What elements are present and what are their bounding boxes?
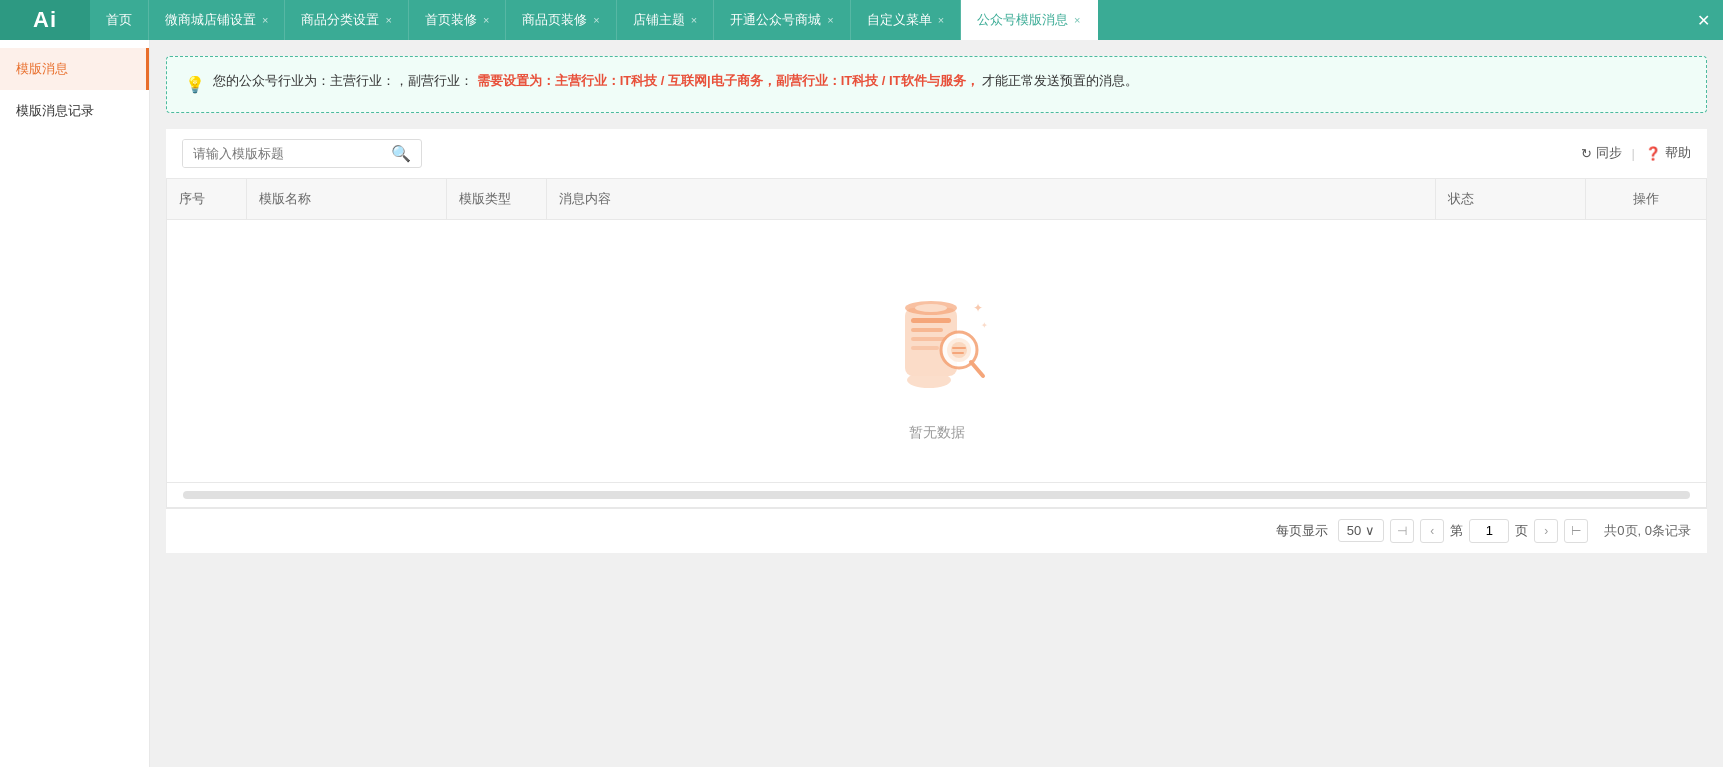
- sync-icon: ↻: [1581, 146, 1592, 161]
- close-tab-product-decor[interactable]: ×: [593, 14, 599, 26]
- chevron-down-icon: ∨: [1365, 523, 1375, 538]
- total-text: 共0页, 0条记录: [1604, 522, 1691, 540]
- page-label-prefix: 第: [1450, 522, 1463, 540]
- toolbar-right: ↻ 同步 | ❓ 帮助: [1581, 144, 1691, 162]
- top-nav: Ai 首页微商城店铺设置×商品分类设置×首页装修×商品页装修×店铺主题×开通公众…: [0, 0, 1723, 40]
- last-page-button[interactable]: ⊢: [1564, 519, 1588, 543]
- toolbar-divider: |: [1632, 146, 1635, 161]
- nav-tab-home[interactable]: 首页: [90, 0, 149, 40]
- bulb-icon: 💡: [185, 72, 205, 98]
- close-tab-wechat-shop[interactable]: ×: [262, 14, 268, 26]
- notice-banner: 💡 您的公众号行业为：主营行业：，副营行业： 需要设置为：主营行业：IT科技 /…: [166, 56, 1707, 113]
- sync-button[interactable]: ↻ 同步: [1581, 144, 1622, 162]
- help-icon: ❓: [1645, 146, 1661, 161]
- nav-tab-template-msg[interactable]: 公众号模版消息×: [961, 0, 1097, 40]
- th-action: 操作: [1586, 179, 1706, 219]
- search-box: 🔍: [182, 139, 422, 168]
- content-area: 💡 您的公众号行业为：主营行业：，副营行业： 需要设置为：主营行业：IT科技 /…: [150, 40, 1723, 767]
- per-page-label: 每页显示: [1276, 522, 1328, 540]
- close-tab-home-decor[interactable]: ×: [483, 14, 489, 26]
- nav-tab-open-mall[interactable]: 开通公众号商城×: [714, 0, 850, 40]
- close-tab-open-mall[interactable]: ×: [827, 14, 833, 26]
- nav-tab-wechat-shop[interactable]: 微商城店铺设置×: [149, 0, 285, 40]
- svg-text:✦: ✦: [981, 321, 988, 330]
- per-page-value: 50: [1347, 523, 1361, 538]
- close-tab-template-msg[interactable]: ×: [1074, 14, 1080, 26]
- svg-point-10: [951, 342, 967, 358]
- page-input-wrap: 第 页: [1450, 519, 1528, 543]
- table-header: 序号 模版名称 模版类型 消息内容 状态 操作: [167, 179, 1706, 220]
- th-content: 消息内容: [547, 179, 1436, 219]
- empty-icon: ✦ ✦: [877, 280, 997, 400]
- nav-tab-product-decor[interactable]: 商品页装修×: [506, 0, 616, 40]
- toolbar: 🔍 ↻ 同步 | ❓ 帮助: [166, 129, 1707, 178]
- nav-tab-product-category[interactable]: 商品分类设置×: [285, 0, 408, 40]
- notice-text: 您的公众号行业为：主营行业：，副营行业： 需要设置为：主营行业：IT科技 / 互…: [213, 71, 1138, 92]
- next-page-button[interactable]: ›: [1534, 519, 1558, 543]
- first-page-button[interactable]: ⊣: [1390, 519, 1414, 543]
- svg-text:✦: ✦: [973, 301, 983, 315]
- sidebar: 模版消息模版消息记录: [0, 40, 150, 767]
- svg-point-7: [915, 304, 947, 312]
- empty-state: ✦ ✦ 暂无数据: [167, 220, 1706, 482]
- scrollbar-row: [167, 482, 1706, 507]
- svg-line-11: [971, 362, 983, 376]
- search-button[interactable]: 🔍: [383, 144, 419, 163]
- nav-tabs: 首页微商城店铺设置×商品分类设置×首页装修×商品页装修×店铺主题×开通公众号商城…: [90, 0, 1683, 40]
- close-tab-shop-theme[interactable]: ×: [691, 14, 697, 26]
- close-tab-custom-menu[interactable]: ×: [938, 14, 944, 26]
- horizontal-scrollbar[interactable]: [183, 491, 1690, 499]
- svg-rect-4: [911, 337, 947, 341]
- main-layout: 模版消息模版消息记录 💡 您的公众号行业为：主营行业：，副营行业： 需要设置为：…: [0, 40, 1723, 767]
- sidebar-item-template-msg[interactable]: 模版消息: [0, 48, 149, 90]
- close-tab-product-category[interactable]: ×: [385, 14, 391, 26]
- page-label-suffix: 页: [1515, 522, 1528, 540]
- page-input[interactable]: [1469, 519, 1509, 543]
- help-button[interactable]: ❓ 帮助: [1645, 144, 1691, 162]
- th-name: 模版名称: [247, 179, 447, 219]
- svg-rect-3: [911, 328, 943, 332]
- logo: Ai: [0, 0, 90, 40]
- close-all-button[interactable]: ✕: [1683, 0, 1723, 40]
- th-status: 状态: [1436, 179, 1586, 219]
- nav-tab-custom-menu[interactable]: 自定义菜单×: [851, 0, 961, 40]
- svg-rect-2: [911, 318, 951, 323]
- svg-rect-5: [911, 346, 939, 350]
- th-index: 序号: [167, 179, 247, 219]
- sidebar-item-template-msg-log[interactable]: 模版消息记录: [0, 90, 149, 132]
- search-input[interactable]: [183, 140, 383, 167]
- empty-text: 暂无数据: [909, 424, 965, 442]
- pagination-row: 每页显示 50 ∨ ⊣ ‹ 第 页 › ⊢ 共0页, 0条记录: [166, 508, 1707, 553]
- per-page-select[interactable]: 50 ∨: [1338, 519, 1384, 542]
- table-container: 序号 模版名称 模版类型 消息内容 状态 操作: [166, 178, 1707, 508]
- nav-tab-home-decor[interactable]: 首页装修×: [409, 0, 506, 40]
- nav-tab-shop-theme[interactable]: 店铺主题×: [617, 0, 714, 40]
- th-type: 模版类型: [447, 179, 547, 219]
- prev-page-button[interactable]: ‹: [1420, 519, 1444, 543]
